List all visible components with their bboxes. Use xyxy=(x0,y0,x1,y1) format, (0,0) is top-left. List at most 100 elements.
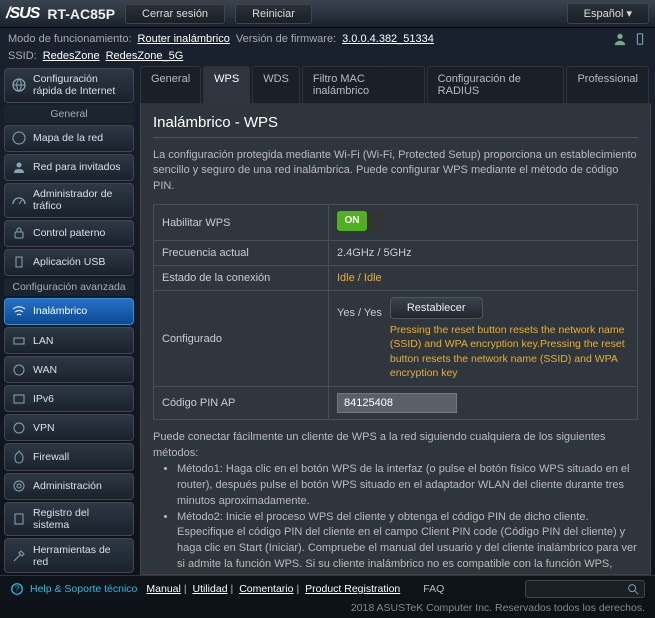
ssid2-link[interactable]: RedesZone_5G xyxy=(106,50,184,62)
sidebar-label: Control paterno xyxy=(33,227,105,239)
sidebar-label: LAN xyxy=(33,335,53,347)
ssid1-link[interactable]: RedesZone xyxy=(43,50,100,62)
sidebar-header-advanced: Configuración avanzada xyxy=(4,278,134,296)
guest-icon xyxy=(11,159,27,175)
sidebar-traffic-manager[interactable]: Administrador de tráfico xyxy=(4,183,134,218)
sidebar-label: Aplicación USB xyxy=(33,256,105,268)
sidebar-label: Registro del sistema xyxy=(33,507,127,531)
mode-label: Modo de funcionamiento: xyxy=(8,33,132,45)
ap-pin-input[interactable] xyxy=(337,393,457,413)
logout-button[interactable]: Cerrar sesión xyxy=(125,4,225,24)
brand-logo: /SUS xyxy=(6,5,39,23)
sidebar-admin[interactable]: Administración xyxy=(4,473,134,500)
copyright: 2018 ASUSTeK Computer Inc. Reservados to… xyxy=(10,602,645,614)
tools-icon xyxy=(11,548,27,564)
usb-icon[interactable] xyxy=(633,32,647,46)
sidebar-label: Configuración rápida de Internet xyxy=(33,73,127,97)
sidebar-label: WAN xyxy=(33,364,57,376)
log-icon xyxy=(11,511,27,527)
row-state-value: Idle / Idle xyxy=(337,272,382,284)
tab-wds[interactable]: WDS xyxy=(252,66,300,103)
sidebar-label: IPv6 xyxy=(33,393,54,405)
tabs: General WPS WDS Filtro MAC inalámbrico C… xyxy=(140,66,651,104)
sidebar-ipv6[interactable]: IPv6 xyxy=(4,385,134,412)
svg-text:?: ? xyxy=(15,585,20,594)
page-description: La configuración protegida mediante Wi-F… xyxy=(153,148,638,194)
row-freq-label: Frecuencia actual xyxy=(154,241,329,266)
chevron-down-icon: ▾ xyxy=(626,8,632,20)
sidebar-label: Herramientas de red xyxy=(33,544,127,568)
sidebar-label: Red para invitados xyxy=(33,161,121,173)
footer-link-register[interactable]: Product Registration xyxy=(305,583,400,595)
lock-icon xyxy=(11,225,27,241)
sidebar-guest-network[interactable]: Red para invitados xyxy=(4,154,134,181)
footer: ? Help & Soporte técnico Manual| Utilida… xyxy=(0,575,655,618)
ipv6-icon xyxy=(11,391,27,407)
model-name: RT-AC85P xyxy=(47,6,115,22)
fw-link[interactable]: 3.0.0.4.382_51334 xyxy=(342,33,434,45)
row-enable-label: Habilitar WPS xyxy=(154,205,329,241)
language-select[interactable]: Español ▾ xyxy=(567,3,649,24)
sidebar-quick-setup[interactable]: Configuración rápida de Internet xyxy=(4,68,134,103)
sidebar: Configuración rápida de Internet General… xyxy=(0,66,138,575)
row-state-label: Estado de la conexión xyxy=(154,266,329,291)
faq-label: FAQ xyxy=(423,583,444,595)
row-configured-label: Configurado xyxy=(154,291,329,387)
tab-general[interactable]: General xyxy=(140,66,201,103)
wan-icon xyxy=(11,362,27,378)
sidebar-nettools[interactable]: Herramientas de red xyxy=(4,538,134,573)
ssid-label: SSID: xyxy=(8,50,37,62)
settings-table: Habilitar WPS ON Frecuencia actual 2.4GH… xyxy=(153,204,638,420)
sidebar-label: Mapa de la red xyxy=(33,132,103,144)
mode-link[interactable]: Router inalámbrico xyxy=(138,33,230,45)
gear-icon xyxy=(11,478,27,494)
tab-professional[interactable]: Professional xyxy=(566,66,649,103)
configured-value: Yes / Yes xyxy=(337,297,382,380)
user-icon[interactable] xyxy=(613,32,627,46)
info-bar: Modo de funcionamiento: Router inalámbri… xyxy=(0,28,655,50)
sidebar-parental-control[interactable]: Control paterno xyxy=(4,220,134,247)
row-freq-value: 2.4GHz / 5GHz xyxy=(329,241,638,266)
tab-wps[interactable]: WPS xyxy=(203,66,250,103)
footer-link-manual[interactable]: Manual xyxy=(146,583,180,595)
footer-link-feedback[interactable]: Comentario xyxy=(239,583,293,595)
sidebar-usb-app[interactable]: Aplicación USB xyxy=(4,249,134,276)
sidebar-firewall[interactable]: Firewall xyxy=(4,443,134,470)
main-panel: Inalámbrico - WPS La configuración prote… xyxy=(140,104,651,575)
wifi-icon xyxy=(11,303,27,319)
language-label: Español xyxy=(584,8,624,20)
sidebar-syslog[interactable]: Registro del sistema xyxy=(4,502,134,537)
sidebar-label: VPN xyxy=(33,422,55,434)
sidebar-lan[interactable]: LAN xyxy=(4,327,134,354)
help-icon[interactable]: ? xyxy=(10,582,24,596)
sidebar-label: Administración xyxy=(33,480,102,492)
sidebar-label: Inalámbrico xyxy=(33,305,87,317)
reset-button[interactable]: Restablecer xyxy=(390,297,483,319)
search-box[interactable] xyxy=(525,580,645,598)
sidebar-label: Administrador de tráfico xyxy=(33,188,127,212)
sidebar-label: Firewall xyxy=(33,451,69,463)
sidebar-vpn[interactable]: VPN xyxy=(4,414,134,441)
row-pin-label: Código PIN AP xyxy=(154,386,329,419)
help-label[interactable]: Help & Soporte técnico xyxy=(30,583,137,595)
fw-label: Versión de firmware: xyxy=(236,33,336,45)
search-icon xyxy=(626,582,640,596)
method-1: Método1: Haga clic en el botón WPS de la… xyxy=(177,462,638,510)
sidebar-wireless[interactable]: Inalámbrico xyxy=(4,298,134,325)
method-2: Método2: Inicie el proceso WPS del clien… xyxy=(177,510,638,575)
sidebar-network-map[interactable]: Mapa de la red xyxy=(4,125,134,152)
firewall-icon xyxy=(11,449,27,465)
gauge-icon xyxy=(11,192,27,208)
reset-hint: Pressing the reset button resets the net… xyxy=(390,323,629,380)
ssid-bar: SSID: RedesZone RedesZone_5G xyxy=(0,50,655,66)
sidebar-wan[interactable]: WAN xyxy=(4,356,134,383)
tab-mac-filter[interactable]: Filtro MAC inalámbrico xyxy=(302,66,425,103)
tab-radius[interactable]: Configuración de RADIUS xyxy=(427,66,565,103)
reboot-button[interactable]: Reiniciar xyxy=(235,4,312,24)
usb-app-icon xyxy=(11,254,27,270)
footer-link-utility[interactable]: Utilidad xyxy=(193,583,228,595)
page-title: Inalámbrico - WPS xyxy=(153,114,638,138)
wps-toggle[interactable]: ON xyxy=(337,211,385,231)
globe-icon xyxy=(11,77,27,93)
lan-icon xyxy=(11,333,27,349)
